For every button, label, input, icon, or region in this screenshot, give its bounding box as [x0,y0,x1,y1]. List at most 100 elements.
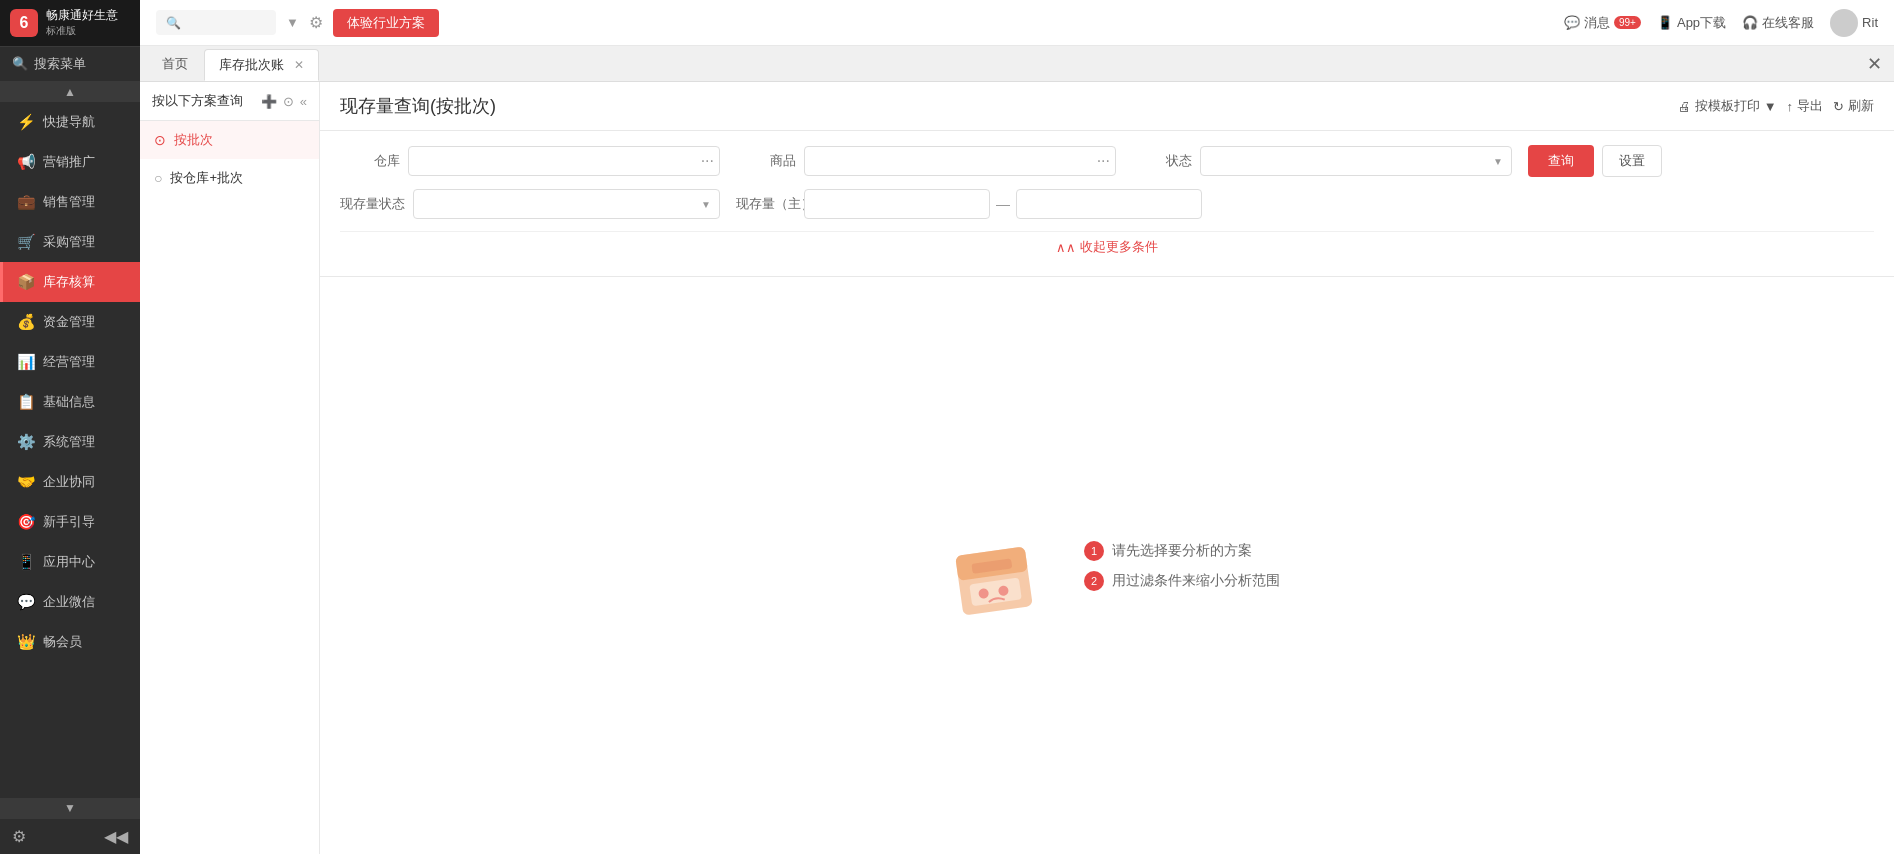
sidebar-item-marketing[interactable]: 📢 营销推广 [0,142,140,182]
app-download-action[interactable]: 📱 App下载 [1657,14,1726,32]
sidebar-item-operations[interactable]: 📊 经营管理 [0,342,140,382]
scroll-up-btn[interactable]: ▲ [0,82,140,102]
left-panel-title: 按以下方案查询 [152,92,243,110]
sidebar-item-purchase[interactable]: 🛒 采购管理 [0,222,140,262]
stock-qty-range: — [804,189,1202,219]
status-label: 状态 [1132,152,1192,170]
sidebar-item-quick-nav[interactable]: ⚡ 快捷导航 [0,102,140,142]
avatar[interactable] [1830,9,1858,37]
trial-btn[interactable]: 体验行业方案 [333,9,439,37]
sidebar-item-members[interactable]: 👑 畅会员 [0,622,140,662]
scheme-item-by-warehouse-batch[interactable]: ○ 按仓库+批次 [140,159,319,197]
messages-label: 消息 [1584,14,1610,32]
scheme-item-by-batch[interactable]: ⊙ 按批次 [140,121,319,159]
sidebar-header: 6 畅康通好生意 标准版 [0,0,140,47]
nav-label: 系统管理 [43,433,95,451]
query-btn[interactable]: 查询 [1528,145,1594,177]
collapse-panel-icon[interactable]: « [300,94,307,109]
members-icon: 👑 [17,633,35,651]
stock-qty-min[interactable] [804,189,990,219]
export-btn[interactable]: ↑ 导出 [1787,97,1824,115]
status-dropdown-arrow: ▼ [1493,156,1503,167]
sidebar-item-enterprise[interactable]: 🤝 企业协同 [0,462,140,502]
stock-qty-dash: — [996,196,1010,212]
app-logo: 6 [10,9,38,37]
content-area: 按以下方案查询 ➕ ⊙ « ⊙ 按批次 ○ 按仓库+批次 现存量查询(按批次) [140,82,1894,854]
empty-illustration [934,506,1054,626]
empty-step-1: 1 请先选择要分析的方案 [1084,541,1280,561]
print-btn[interactable]: 🖨 按模板打印 ▼ [1678,97,1777,115]
warehouse-input-container: ··· [408,146,720,176]
nav-label: 基础信息 [43,393,95,411]
product-filter: 商品 ··· [736,146,1116,176]
settings-footer-icon[interactable]: ⚙ [12,827,26,846]
empty-step-2: 2 用过滤条件来缩小分析范围 [1084,571,1280,591]
nav-label: 库存核算 [43,273,95,291]
sidebar-item-app-center[interactable]: 📱 应用中心 [0,542,140,582]
stock-qty-label: 现存量（主） [736,195,796,213]
search-icon: 🔍 [12,56,28,71]
filter-buttons: 查询 设置 [1528,145,1662,177]
stock-status-dropdown[interactable]: ▼ [413,189,720,219]
filter-row-1: 仓库 ··· 商品 ··· [340,145,1874,177]
add-scheme-icon[interactable]: ➕ [261,94,277,109]
topbar-search-box[interactable]: 🔍 [156,10,276,35]
messages-action[interactable]: 💬 消息 99+ [1564,14,1641,32]
tab-home[interactable]: 首页 [148,49,202,79]
online-service-action[interactable]: 🎧 在线客服 [1742,14,1814,32]
search-text [185,14,197,31]
warehouse-input[interactable] [408,146,720,176]
sidebar-item-basics[interactable]: 📋 基础信息 [0,382,140,422]
stock-qty-max[interactable] [1016,189,1202,219]
left-panel-icons: ➕ ⊙ « [261,94,307,109]
filter-section: 仓库 ··· 商品 ··· [320,131,1894,277]
sidebar-nav: ⚡ 快捷导航 📢 营销推广 💼 销售管理 🛒 采购管理 📦 库存核算 💰 资金管… [0,102,140,798]
product-input[interactable] [804,146,1116,176]
sidebar-item-newbie[interactable]: 🎯 新手引导 [0,502,140,542]
nav-label: 企业微信 [43,593,95,611]
stock-status-dropdown-arrow: ▼ [701,199,711,210]
scroll-down-btn[interactable]: ▼ [0,798,140,818]
tab-close-icon[interactable]: ✕ [294,58,304,72]
step-2-num: 2 [1084,571,1104,591]
tab-home-label: 首页 [162,55,188,73]
sidebar-search[interactable]: 🔍 搜索菜单 [0,47,140,82]
settings-btn[interactable]: 设置 [1602,145,1662,177]
nav-label: 销售管理 [43,193,95,211]
tab-inventory-batch[interactable]: 库存批次账 ✕ [204,49,319,81]
marketing-icon: 📢 [17,153,35,171]
scheme-label: 按批次 [174,131,213,149]
sidebar-item-inventory[interactable]: 📦 库存核算 [0,262,140,302]
step-1-num: 1 [1084,541,1104,561]
user-action[interactable]: Rit [1830,9,1878,37]
app-download-label: App下载 [1677,14,1726,32]
product-label: 商品 [736,152,796,170]
sales-icon: 💼 [17,193,35,211]
warehouse-dots[interactable]: ··· [701,152,714,170]
export-icon: ↑ [1787,99,1794,114]
close-panel-btn[interactable]: ✕ [1863,49,1886,79]
nav-label: 采购管理 [43,233,95,251]
sidebar-item-weixin[interactable]: 💬 企业微信 [0,582,140,622]
nav-label: 应用中心 [43,553,95,571]
settings-scheme-icon[interactable]: ⊙ [283,94,294,109]
print-dropdown-icon[interactable]: ▼ [1764,99,1777,114]
product-dots[interactable]: ··· [1097,152,1110,170]
nav-label: 资金管理 [43,313,95,331]
export-label: 导出 [1797,97,1823,115]
sidebar-item-finance[interactable]: 💰 资金管理 [0,302,140,342]
topbar-gear-icon[interactable]: ⚙ [309,13,323,32]
collapse-sidebar-icon[interactable]: ◀◀ [104,827,128,846]
topbar-dropdown-icon[interactable]: ▼ [286,15,299,30]
quick-nav-icon: ⚡ [17,113,35,131]
scheme-label: 按仓库+批次 [170,169,243,187]
page-title: 现存量查询(按批次) [340,94,496,130]
collapse-more-btn[interactable]: ∧∧ 收起更多条件 [340,231,1874,262]
refresh-btn[interactable]: ↻ 刷新 [1833,97,1874,115]
sidebar-item-system[interactable]: ⚙️ 系统管理 [0,422,140,462]
status-dropdown[interactable]: ▼ [1200,146,1512,176]
weixin-icon: 💬 [17,593,35,611]
sidebar-item-sales[interactable]: 💼 销售管理 [0,182,140,222]
stock-qty-filter: 现存量（主） — [736,189,1116,219]
tabbar: 首页 库存批次账 ✕ ✕ [140,46,1894,82]
